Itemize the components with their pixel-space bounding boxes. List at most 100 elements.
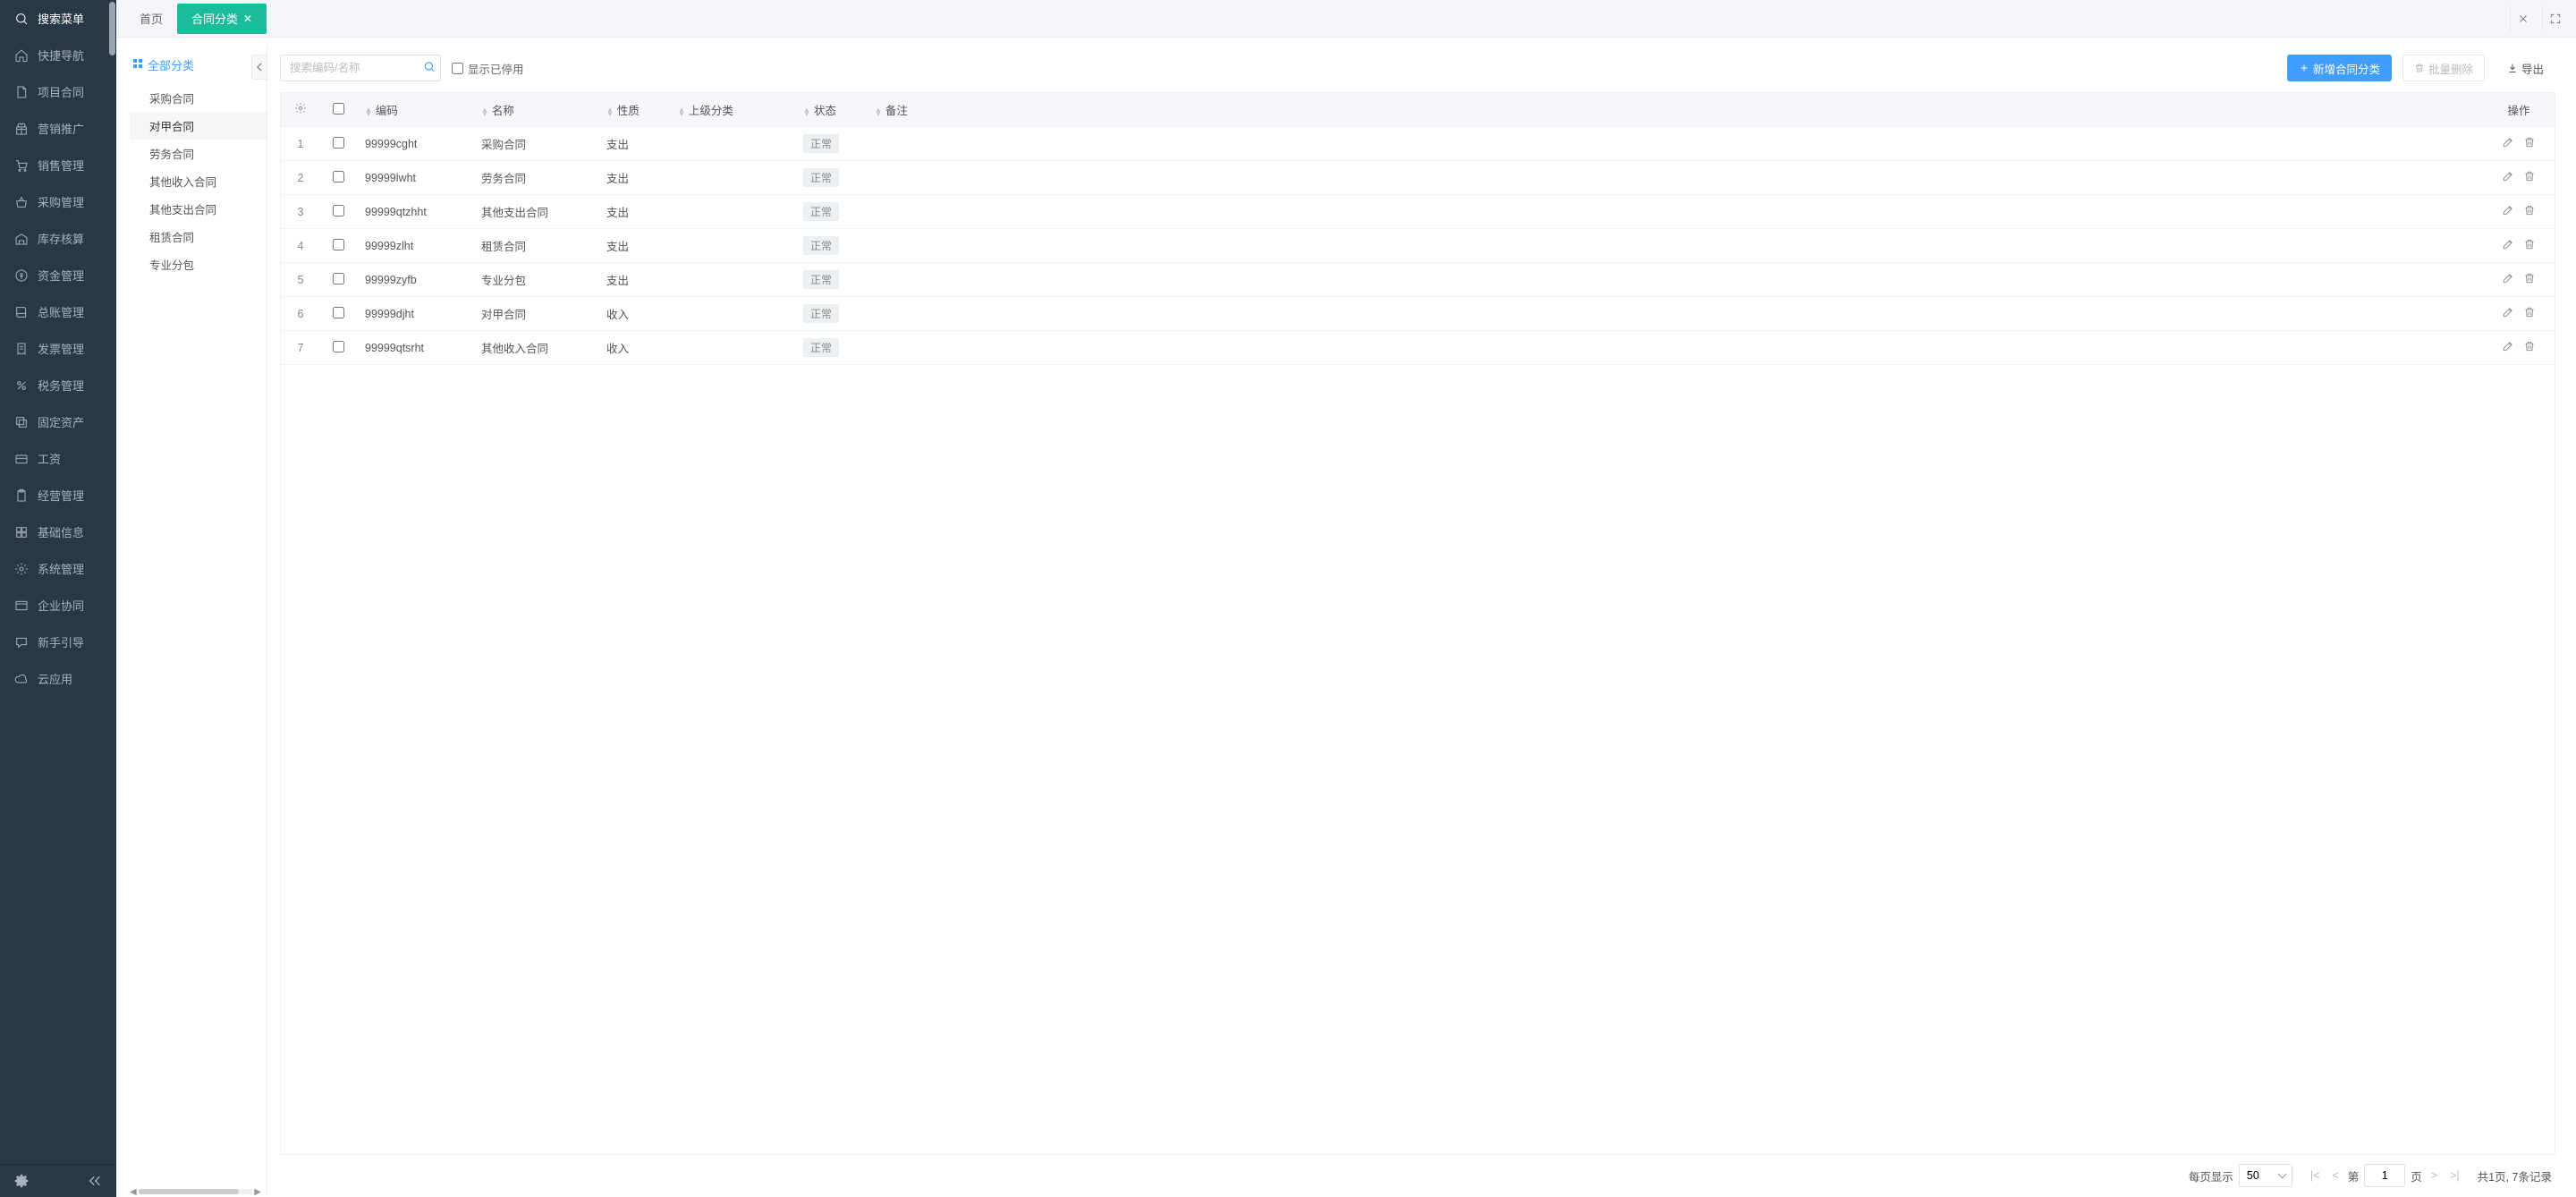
prev-page-button[interactable]: < bbox=[2328, 1169, 2342, 1182]
delete-button[interactable] bbox=[2523, 340, 2536, 355]
column-header-name[interactable]: ▲▼名称 bbox=[472, 93, 597, 127]
category-all-label: 全部分类 bbox=[148, 56, 194, 73]
category-item[interactable]: 对甲合同 bbox=[130, 112, 267, 140]
column-settings-button[interactable] bbox=[281, 93, 320, 127]
column-header-status[interactable]: ▲▼状态 bbox=[794, 93, 866, 127]
page-size-select[interactable]: 50 bbox=[2239, 1164, 2292, 1187]
delete-button[interactable] bbox=[2523, 238, 2536, 253]
sidebar-item-sales[interactable]: 销售管理 bbox=[0, 147, 116, 183]
table-row[interactable]: 599999zyfb专业分包支出正常 bbox=[281, 263, 2555, 297]
sidebar-item-label: 云应用 bbox=[38, 670, 72, 687]
row-checkbox[interactable] bbox=[333, 273, 344, 284]
scroll-left-icon[interactable]: ◀ bbox=[128, 1187, 139, 1197]
column-header-parent[interactable]: ▲▼上级分类 bbox=[669, 93, 794, 127]
category-horizontal-scrollbar[interactable]: ◀ ▶ bbox=[124, 1187, 267, 1196]
sidebar-item-procurement[interactable]: 采购管理 bbox=[0, 183, 116, 220]
tab-contract-category[interactable]: 合同分类 ✕ bbox=[177, 4, 267, 34]
edit-button[interactable] bbox=[2502, 272, 2514, 287]
sidebar-item-guide[interactable]: 新手引导 bbox=[0, 624, 116, 660]
category-item[interactable]: 其他收入合同 bbox=[130, 167, 267, 195]
category-all-button[interactable]: 全部分类 bbox=[124, 46, 267, 84]
sidebar-item-inventory[interactable]: 库存核算 bbox=[0, 220, 116, 257]
sidebar-item-cloud[interactable]: 云应用 bbox=[0, 660, 116, 697]
edit-button[interactable] bbox=[2502, 238, 2514, 253]
sidebar-item-invoice[interactable]: 发票管理 bbox=[0, 330, 116, 367]
sidebar-item-marketing[interactable]: 营销推广 bbox=[0, 110, 116, 147]
add-category-button[interactable]: 新增合同分类 bbox=[2287, 55, 2392, 81]
row-checkbox[interactable] bbox=[333, 307, 344, 318]
delete-button[interactable] bbox=[2523, 170, 2536, 185]
delete-button[interactable] bbox=[2523, 306, 2536, 321]
sidebar-item-operation[interactable]: 经营管理 bbox=[0, 477, 116, 514]
scroll-right-icon[interactable]: ▶ bbox=[252, 1187, 263, 1197]
close-all-tabs-button[interactable] bbox=[2510, 6, 2535, 31]
row-checkbox[interactable] bbox=[333, 205, 344, 216]
cell-remark bbox=[866, 229, 2483, 263]
table-row[interactable]: 399999qtzhht其他支出合同支出正常 bbox=[281, 195, 2555, 229]
column-header-remark[interactable]: ▲▼备注 bbox=[866, 93, 2483, 127]
edit-button[interactable] bbox=[2502, 340, 2514, 355]
category-item[interactable]: 劳务合同 bbox=[130, 140, 267, 167]
cell-remark bbox=[866, 263, 2483, 297]
first-page-button[interactable]: |< bbox=[2307, 1169, 2324, 1182]
cell-remark bbox=[866, 127, 2483, 161]
row-checkbox[interactable] bbox=[333, 171, 344, 183]
page-number-input[interactable] bbox=[2364, 1164, 2405, 1187]
sidebar-item-salary[interactable]: 工资 bbox=[0, 440, 116, 477]
category-item[interactable]: 采购合同 bbox=[130, 84, 267, 112]
search-input[interactable] bbox=[280, 55, 441, 81]
edit-button[interactable] bbox=[2502, 204, 2514, 219]
cell-remark bbox=[866, 161, 2483, 195]
sidebar-item-system[interactable]: 系统管理 bbox=[0, 550, 116, 587]
sidebar-item-quicknav[interactable]: 快捷导航 bbox=[0, 37, 116, 73]
row-checkbox[interactable] bbox=[333, 137, 344, 149]
search-icon[interactable] bbox=[423, 61, 436, 76]
gear-icon bbox=[14, 562, 29, 576]
edit-button[interactable] bbox=[2502, 170, 2514, 185]
cell-parent bbox=[669, 297, 794, 331]
delete-button[interactable] bbox=[2523, 204, 2536, 219]
sidebar-item-tax[interactable]: 税务管理 bbox=[0, 367, 116, 403]
table-row[interactable]: 799999qtsrht其他收入合同收入正常 bbox=[281, 331, 2555, 365]
show-disabled-checkbox[interactable]: 显示已停用 bbox=[452, 60, 524, 77]
fullscreen-button[interactable] bbox=[2542, 6, 2567, 31]
category-item[interactable]: 其他支出合同 bbox=[130, 195, 267, 223]
sidebar-item-collab[interactable]: 企业协同 bbox=[0, 587, 116, 624]
table-row[interactable]: 499999zlht租赁合同支出正常 bbox=[281, 229, 2555, 263]
sidebar-item-label: 工资 bbox=[38, 450, 61, 467]
column-header-nature[interactable]: ▲▼性质 bbox=[597, 93, 669, 127]
sidebar-collapse-button[interactable] bbox=[88, 1174, 102, 1188]
export-button[interactable]: 导出 bbox=[2496, 55, 2555, 81]
row-checkbox[interactable] bbox=[333, 239, 344, 250]
table-row[interactable]: 299999lwht劳务合同支出正常 bbox=[281, 161, 2555, 195]
settings-button[interactable] bbox=[14, 1174, 29, 1188]
next-page-button[interactable]: > bbox=[2428, 1169, 2441, 1182]
tab-close-icon[interactable]: ✕ bbox=[243, 13, 252, 25]
last-page-button[interactable]: >| bbox=[2446, 1169, 2463, 1182]
row-checkbox[interactable] bbox=[333, 341, 344, 352]
column-header-code[interactable]: ▲▼编码 bbox=[356, 93, 472, 127]
panel-collapse-button[interactable] bbox=[251, 55, 267, 80]
sidebar-item-search[interactable]: 搜索菜单 bbox=[0, 0, 116, 37]
sidebar-item-ledger[interactable]: 总账管理 bbox=[0, 293, 116, 330]
cell-nature: 支出 bbox=[597, 127, 669, 161]
sidebar-item-funds[interactable]: 资金管理 bbox=[0, 257, 116, 293]
receipt-icon bbox=[14, 342, 29, 356]
cell-nature: 收入 bbox=[597, 297, 669, 331]
table-row[interactable]: 199999cght采购合同支出正常 bbox=[281, 127, 2555, 161]
sidebar-item-assets[interactable]: 固定资产 bbox=[0, 403, 116, 440]
table-row[interactable]: 699999djht对甲合同收入正常 bbox=[281, 297, 2555, 331]
delete-button[interactable] bbox=[2523, 136, 2536, 151]
sidebar-item-baseinfo[interactable]: 基础信息 bbox=[0, 514, 116, 550]
delete-button[interactable] bbox=[2523, 272, 2536, 287]
sidebar-scrollbar[interactable] bbox=[109, 2, 115, 55]
per-page-label: 每页显示 bbox=[2189, 1167, 2233, 1184]
column-header-actions: 操作 bbox=[2483, 93, 2555, 127]
category-item[interactable]: 专业分包 bbox=[130, 250, 267, 278]
sidebar-item-project-contract[interactable]: 项目合同 bbox=[0, 73, 116, 110]
edit-button[interactable] bbox=[2502, 306, 2514, 321]
tab-home[interactable]: 首页 bbox=[125, 4, 177, 34]
category-item[interactable]: 租赁合同 bbox=[130, 223, 267, 250]
select-all-checkbox[interactable] bbox=[333, 103, 344, 115]
edit-button[interactable] bbox=[2502, 136, 2514, 151]
